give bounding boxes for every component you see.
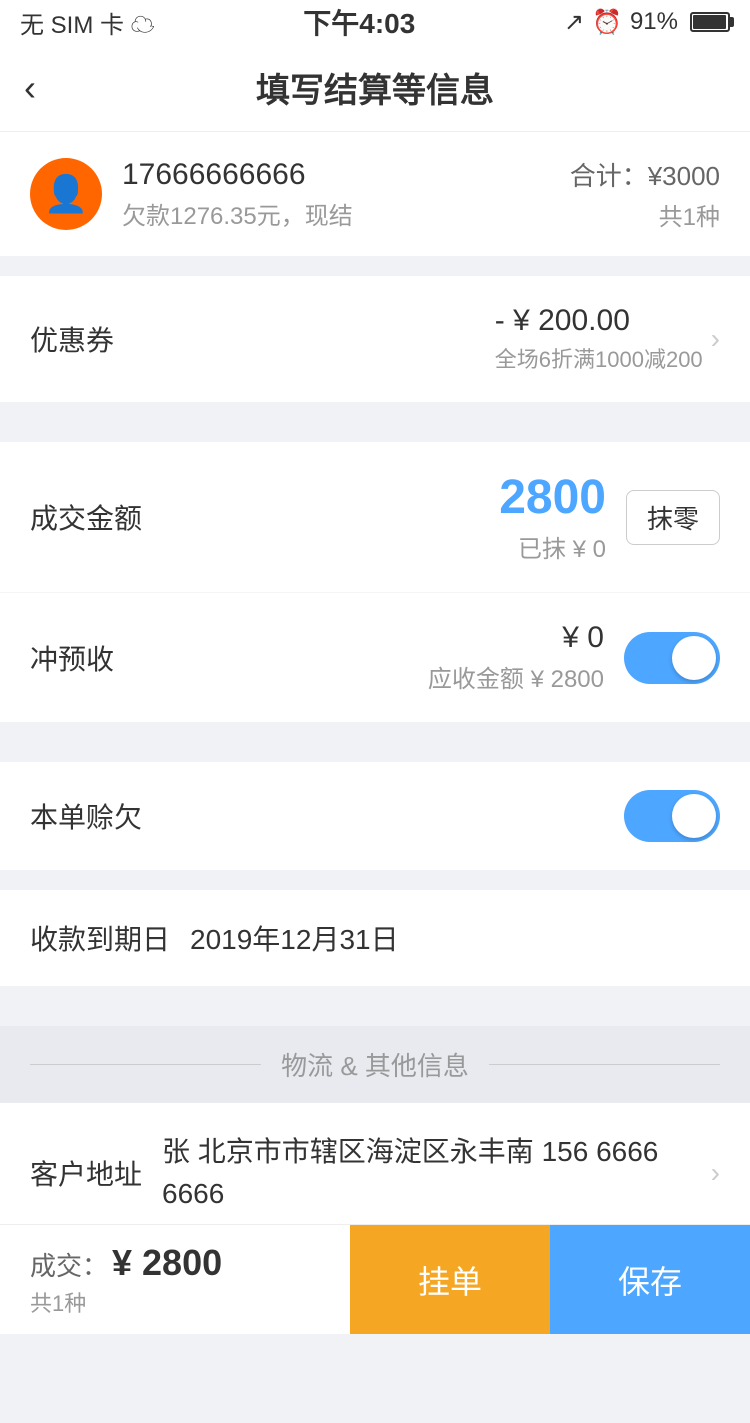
total-label: 合计：¥3000 — [570, 156, 720, 193]
bottom-info: 成交： ¥ 2800 共1种 — [0, 1225, 350, 1334]
address-chevron-icon: › — [711, 1157, 720, 1189]
deferred-toggle-knob — [672, 794, 716, 838]
alarm-icon: ⏰ — [592, 8, 622, 37]
divider-text: 物流 & 其他信息 — [281, 1046, 469, 1083]
amount-section: 成交金额 2800 已抹 ¥ 0 抹零 冲预收 ¥ 0 应收金额 ¥ 2800 — [0, 442, 750, 722]
prepay-toggle[interactable] — [624, 632, 720, 684]
deferred-toggle[interactable] — [624, 790, 720, 842]
amount-right: 2800 已抹 ¥ 0 抹零 — [499, 470, 720, 564]
bottom-bar: 成交： ¥ 2800 共1种 挂单 保存 — [0, 1224, 750, 1334]
address-label: 客户地址 — [30, 1153, 142, 1193]
avatar-icon: 👤 — [44, 173, 89, 215]
section-divider: 物流 & 其他信息 — [0, 1026, 750, 1103]
duedate-row: 收款到期日 2019年12月31日 — [0, 890, 750, 986]
section-gap-1 — [0, 422, 750, 442]
address-value: 张 北京市市辖区海淀区永丰南 156 6666 6666 — [162, 1131, 683, 1215]
coupon-description: 全场6折满1000减200 — [495, 342, 703, 374]
sim-status: 无 SIM 卡 ☁ — [20, 5, 155, 40]
customer-details: 17666666666 欠款1276.35元，现结 — [122, 158, 353, 231]
prepay-desc: 应收金额 ¥ 2800 — [428, 659, 604, 694]
amount-value: 2800 — [499, 470, 606, 525]
divider-line-left — [30, 1064, 261, 1065]
total-count: 共1种 — [570, 197, 720, 232]
status-time: 下午4:03 — [303, 2, 415, 42]
duedate-label: 收款到期日 — [30, 918, 170, 958]
deferred-row: 本单赊欠 — [0, 762, 750, 870]
status-left: 无 SIM 卡 ☁ — [20, 5, 155, 40]
status-right: ↗ ⏰ 91% — [564, 8, 730, 37]
divider-line-right — [489, 1064, 720, 1065]
round-button[interactable]: 抹零 — [626, 490, 720, 545]
section-gap-3 — [0, 1006, 750, 1026]
bottom-count: 共1种 — [30, 1286, 320, 1318]
customer-left: 👤 17666666666 欠款1276.35元，现结 — [30, 158, 353, 231]
address-row[interactable]: 客户地址 张 北京市市辖区海淀区永丰南 156 6666 6666 › — [0, 1103, 750, 1243]
pending-button[interactable]: 挂单 — [350, 1225, 550, 1334]
deferred-label: 本单赊欠 — [30, 796, 142, 836]
chevron-right-icon: › — [711, 323, 720, 355]
bottom-amount: ¥ 2800 — [112, 1242, 222, 1284]
prepay-amount: ¥ 0 — [428, 621, 604, 655]
customer-debt: 欠款1276.35元，现结 — [122, 196, 353, 231]
avatar: 👤 — [30, 158, 102, 230]
amount-label: 成交金额 — [30, 497, 142, 537]
page-title: 填写结算等信息 — [256, 63, 494, 112]
prepay-label: 冲预收 — [30, 638, 114, 678]
coupon-row[interactable]: 优惠券 - ¥ 200.00 全场6折满1000减200 › — [0, 276, 750, 402]
section-gap-2 — [0, 722, 750, 742]
battery-percent: 91% — [630, 8, 678, 36]
customer-right: 合计：¥3000 共1种 — [570, 156, 720, 232]
prepay-values: ¥ 0 应收金额 ¥ 2800 — [428, 621, 604, 694]
coupon-label: 优惠券 — [30, 319, 114, 359]
customer-phone: 17666666666 — [122, 158, 353, 192]
toggle-knob — [672, 636, 716, 680]
coupon-discount: - ¥ 200.00 — [495, 304, 703, 338]
location-icon: ↗ — [564, 8, 584, 37]
customer-info-card: 👤 17666666666 欠款1276.35元，现结 合计：¥3000 共1种 — [0, 132, 750, 256]
duedate-value: 2019年12月31日 — [190, 918, 399, 958]
prepay-row: 冲预收 ¥ 0 应收金额 ¥ 2800 — [0, 593, 750, 722]
amount-row: 成交金额 2800 已抹 ¥ 0 抹零 — [0, 442, 750, 593]
battery-icon — [690, 12, 730, 32]
status-bar: 无 SIM 卡 ☁ 下午4:03 ↗ ⏰ 91% — [0, 0, 750, 44]
nav-bar: ‹ 填写结算等信息 — [0, 44, 750, 132]
amount-sub: 已抹 ¥ 0 — [499, 529, 606, 564]
prepay-right: ¥ 0 应收金额 ¥ 2800 — [428, 621, 720, 694]
back-button[interactable]: ‹ — [24, 67, 36, 109]
bottom-deal-label: 成交： — [30, 1246, 108, 1283]
save-button[interactable]: 保存 — [550, 1225, 750, 1334]
